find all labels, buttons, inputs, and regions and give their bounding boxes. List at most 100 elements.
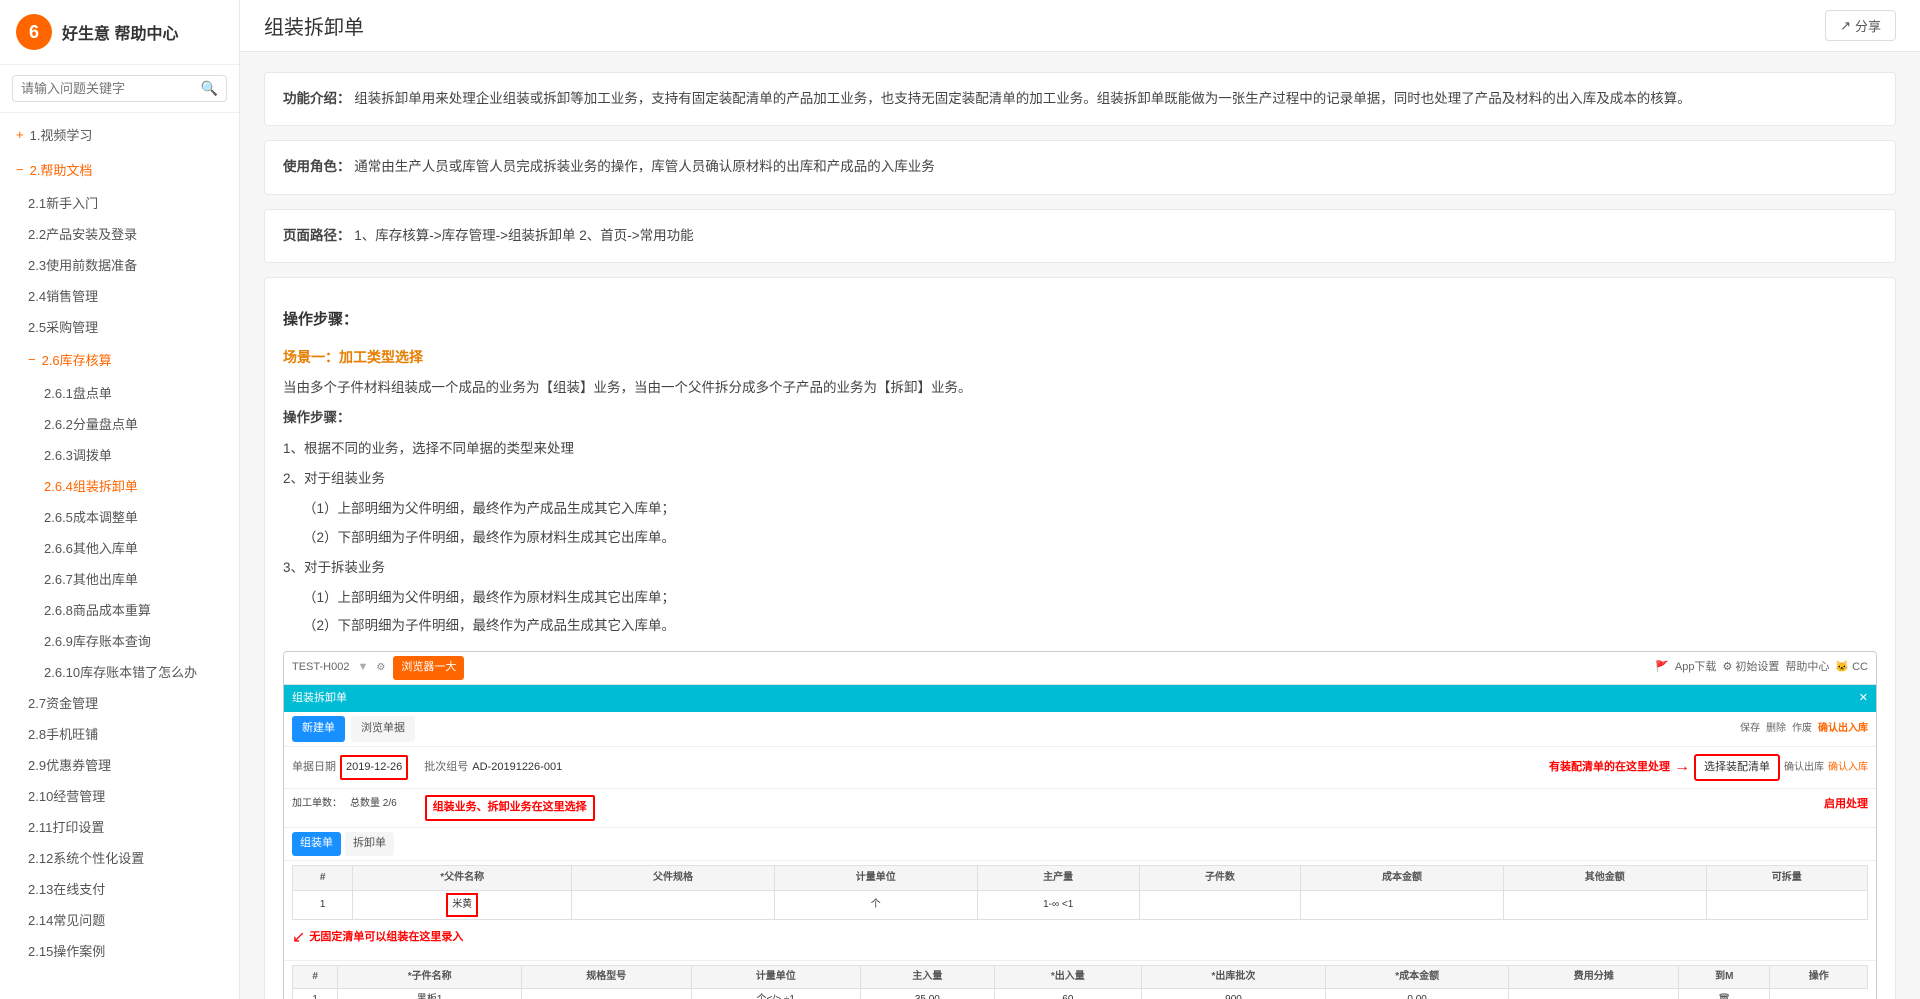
- app-toolbar: 新建单 浏览单据 保存 删除 作废 确认出入库: [284, 712, 1876, 747]
- sidebar-item-cases[interactable]: 2.15操作案例: [0, 935, 239, 966]
- sidebar-item-new-user[interactable]: 2.1新手入门: [0, 187, 239, 218]
- minus-icon-1: −: [16, 162, 24, 177]
- th-sub-count: 子件数: [1139, 865, 1300, 890]
- sidebar-item-ops-mgmt[interactable]: 2.10经营管理: [0, 780, 239, 811]
- sidebar-item-other-in[interactable]: 2.6.6其他入库单: [0, 532, 239, 563]
- sidebar-item-video[interactable]: + 1.视频学习: [0, 117, 239, 152]
- main-content: 组装拆卸单 ↗ 分享 功能介绍： 组装拆卸单用来处理企业组装或拆卸等加工业务，支…: [240, 0, 1920, 999]
- annotation4-area: 启用处理: [1824, 795, 1868, 821]
- tab-browse[interactable]: 浏览单据: [351, 716, 415, 742]
- th-split-qty: 可拆量: [1706, 865, 1867, 890]
- annotation3-text: 组装业务、拆卸业务在这里选择: [433, 801, 587, 813]
- path-block: 页面路径： 1、库存核算->库存管理->组装拆卸单 2、首页->常用功能: [264, 209, 1896, 263]
- fields-container: 单据日期 2019-12-26 批次组号 AD-20191226-001 有装配…: [284, 747, 1876, 789]
- share-button[interactable]: ↗ 分享: [1825, 10, 1896, 41]
- search-area: 🔍: [0, 65, 239, 113]
- confirm-instock[interactable]: 确认入库: [1828, 759, 1868, 777]
- sidebar-item-coupon[interactable]: 2.9优惠券管理: [0, 749, 239, 780]
- step2: 2、对于组装业务: [283, 467, 1877, 491]
- app-icons-right: 🚩 App下载 ⚙ 初始设置 帮助中心 🐱 CC: [1655, 658, 1868, 678]
- nav-btn: 浏览器一大: [393, 656, 464, 680]
- sidebar-item-assembly[interactable]: 2.6.4组装拆卸单: [0, 470, 239, 501]
- share-label: 分享: [1855, 16, 1881, 35]
- app-screenshot: TEST-H002 ▼ ⚙ 浏览器一大 🚩 App下载 ⚙ 初始设置 帮助中心 …: [283, 651, 1877, 999]
- type-select-row: 组装单 拆卸单: [284, 828, 1876, 861]
- ops-block: 操作步骤： 场景一：加工类型选择 当由多个子件材料组装成一个成品的业务为【组装】…: [264, 277, 1896, 999]
- action-delete[interactable]: 删除: [1766, 720, 1786, 738]
- close-icon[interactable]: ✕: [1859, 689, 1868, 709]
- sidebar-label-docs: 2.帮助文档: [30, 160, 93, 179]
- count-value: 总数量 2/6: [350, 795, 397, 821]
- sidebar-item-install[interactable]: 2.2产品安装及登录: [0, 218, 239, 249]
- path-label: 页面路径：: [283, 228, 351, 243]
- sidebar-item-other-out[interactable]: 2.6.7其他出库单: [0, 563, 239, 594]
- share-icon: ↗: [1840, 18, 1851, 34]
- th-parent-spec: 父件规格: [572, 865, 775, 890]
- table-row: 1 米黄 个 1-∞ <1: [293, 890, 1868, 919]
- sidebar: 6 好生意 帮助中心 🔍 + 1.视频学习 − 2.帮助文档 2.1新手入门 2…: [0, 0, 240, 999]
- sidebar-item-ledger-query[interactable]: 2.6.9库存账本查询: [0, 625, 239, 656]
- parent-name-input[interactable]: 米黄: [446, 893, 478, 917]
- sidebar-item-payment[interactable]: 2.13在线支付: [0, 873, 239, 904]
- role-block: 使用角色： 通常由生产人员或库管人员完成拆装业务的操作，库管人员确认原材料的出库…: [264, 140, 1896, 194]
- search-input[interactable]: [21, 81, 201, 96]
- date-label: 单据日期: [292, 758, 336, 778]
- date-field: 单据日期 2019-12-26: [292, 753, 408, 782]
- sidebar-item-stock-check[interactable]: 2.6.1盘点单: [0, 377, 239, 408]
- type-select-highlight: 组装业务、拆卸业务在这里选择: [425, 795, 595, 821]
- sidebar-item-mobile[interactable]: 2.8手机旺铺: [0, 718, 239, 749]
- ops-title: 操作步骤：: [283, 306, 1877, 333]
- intro-block: 功能介绍： 组装拆卸单用来处理企业组装或拆卸等加工业务，支持有固定装配清单的产品…: [264, 72, 1896, 126]
- search-icon[interactable]: 🔍: [201, 80, 218, 97]
- sidebar-item-transfer[interactable]: 2.6.3调拨单: [0, 439, 239, 470]
- sub-fields: 加工单数： 总数量 2/6 组装业务、拆卸业务在这里选择 启用处理: [284, 789, 1876, 828]
- type-btn-disassembly[interactable]: 拆卸单: [345, 832, 394, 856]
- sidebar-item-docs[interactable]: − 2.帮助文档: [0, 152, 239, 187]
- logo-text: 好生意 帮助中心: [62, 20, 178, 44]
- scene1-desc: 当由多个子件材料组装成一个成品的业务为【组装】业务，当由一个父件拆分成多个子产品…: [283, 376, 1877, 400]
- sidebar-item-finance[interactable]: 2.7资金管理: [0, 687, 239, 718]
- sidebar-item-cost-recalc[interactable]: 2.6.8商品成本重算: [0, 594, 239, 625]
- th-cost: 成本金额: [1301, 865, 1504, 890]
- plus-icon-1: +: [16, 127, 24, 142]
- content-area: 功能介绍： 组装拆卸单用来处理企业组装或拆卸等加工业务，支持有固定装配清单的产品…: [240, 52, 1920, 999]
- th-index: #: [293, 865, 353, 890]
- sidebar-item-cost-adjust[interactable]: 2.6.5成本调整单: [0, 501, 239, 532]
- sidebar-item-inventory[interactable]: − 2.6库存核算: [0, 342, 239, 377]
- sidebar-item-faq[interactable]: 2.14常见问题: [0, 904, 239, 935]
- arrow-down-icon: ↙: [292, 924, 305, 953]
- ops-steps-title: 操作步骤：: [283, 406, 1877, 430]
- tab-new[interactable]: 新建单: [292, 716, 345, 742]
- intro-label: 功能介绍：: [283, 91, 351, 106]
- app-fields: 单据日期 2019-12-26 批次组号 AD-20191226-001 有装配…: [284, 747, 1876, 789]
- sidebar-item-sales[interactable]: 2.4销售管理: [0, 280, 239, 311]
- sidebar-item-split-check[interactable]: 2.6.2分量盘点单: [0, 408, 239, 439]
- step3-sub1: （1）上部明细为父件明细，最终作为原材料生成其它出库单；: [303, 586, 1877, 610]
- confirm-action[interactable]: 确认出库: [1784, 759, 1824, 777]
- sidebar-item-ledger-fix[interactable]: 2.6.10库存账本错了怎么办: [0, 656, 239, 687]
- step3-sub2: （2）下部明细为子件明细，最终作为产成品生成其它入库单。: [303, 614, 1877, 638]
- sidebar-item-purchase[interactable]: 2.5采购管理: [0, 311, 239, 342]
- arrow-right-icon: →: [1674, 753, 1690, 782]
- teal-header: 组装拆卸单 ✕: [284, 685, 1876, 713]
- scene1-title: 场景一：加工类型选择: [283, 345, 1877, 370]
- action-confirm[interactable]: 确认出入库: [1818, 720, 1868, 738]
- app-id: TEST-H002: [292, 658, 349, 678]
- sidebar-item-system[interactable]: 2.12系统个性化设置: [0, 842, 239, 873]
- step3: 3、对于拆装业务: [283, 556, 1877, 580]
- teal-label: 组装拆卸单: [292, 689, 347, 709]
- sidebar-label-inventory: 2.6库存核算: [42, 350, 112, 369]
- logo-icon: 6: [16, 14, 52, 50]
- th-qty: 主产量: [977, 865, 1139, 890]
- annotation1-text: 有装配清单的在这里处理: [1549, 758, 1670, 778]
- sidebar-label-video: 1.视频学习: [30, 125, 93, 144]
- sidebar-item-data-prep[interactable]: 2.3使用前数据准备: [0, 249, 239, 280]
- action-save[interactable]: 保存: [1740, 720, 1760, 738]
- count-label: 加工单数：: [292, 795, 342, 821]
- sidebar-item-print[interactable]: 2.11打印设置: [0, 811, 239, 842]
- select-bom-btn[interactable]: 选择装配清单: [1694, 754, 1780, 782]
- batch-field: 批次组号 AD-20191226-001: [424, 753, 562, 782]
- type-btn-assembly[interactable]: 组装单: [292, 832, 341, 856]
- annotation4-text: 启用处理: [1824, 798, 1868, 810]
- action-cancel[interactable]: 作废: [1792, 720, 1812, 738]
